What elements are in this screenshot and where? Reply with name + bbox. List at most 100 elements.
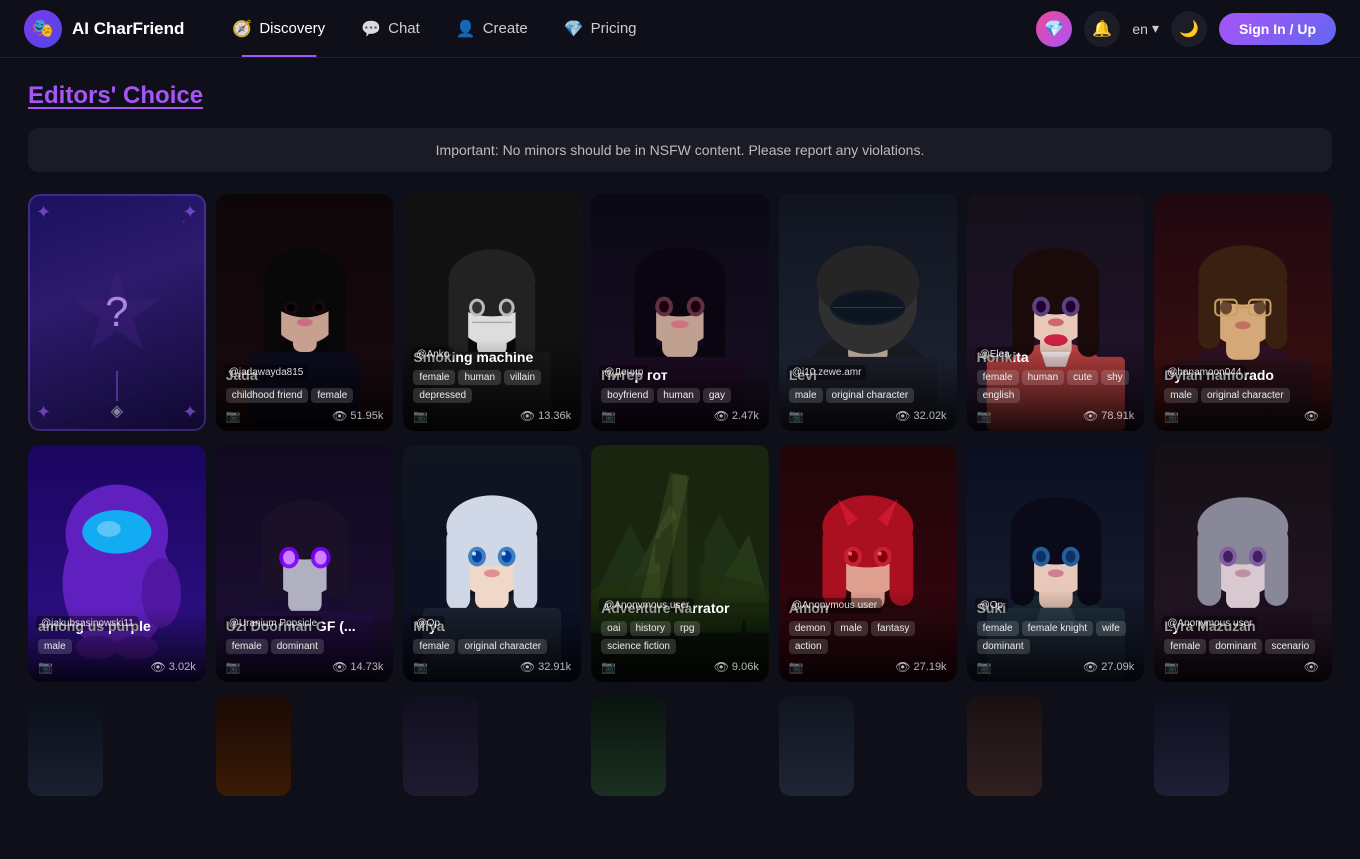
card-suki[interactable]: @Op Suki female female knight wife domin… [967,445,1145,682]
camera-icon-suki: 📷 [977,660,992,674]
nav-item-create[interactable]: 👤 Create [440,11,544,47]
card-overlay-amon: @Anonymous user Amon demon male fantasy … [779,590,957,682]
card-footer-levi: 📷 👁 32.02k [789,409,947,423]
card-overlay-uzi: @Uranium Popsicle Uzi Doorman GF (... fe… [216,608,394,682]
card-uzi[interactable]: @Uranium Popsicle Uzi Doorman GF (... fe… [216,445,394,682]
card-row3-4[interactable] [591,696,666,796]
card-footer-miya: 📷 👁 32.91k [413,660,571,674]
gem-button[interactable]: 💎 [1036,11,1072,47]
logo-title: AI CharFriend [72,19,184,39]
card-author-miya: @Op [411,616,445,631]
card-count-suki: 👁 27.09k [1083,660,1134,674]
card-row3-3[interactable] [403,696,478,796]
card-overlay-dylan: @hanamoon044 Dylan namorado male origina… [1154,357,1332,431]
nav-links: 🧭 Discovery 💬 Chat 👤 Create 💎 Pricing [216,11,1036,47]
card-author-dylan: @hanamoon044 [1162,365,1246,380]
card-footer-suki: 📷 👁 27.09k [977,660,1135,674]
card-tags-amon: demon male fantasy action [789,621,947,654]
card-count-adventure: 👁 9.06k [714,660,759,674]
card-footer-dylan: 📷 👁 [1164,409,1322,423]
card-jada[interactable]: @jadawayda815 Jada childhood friend fema… [216,194,394,431]
card-levi[interactable]: @i10.zewe.amr Levi male original charact… [779,194,957,431]
card-tags-lyra: female dominant scenario [1164,639,1322,654]
card-among[interactable]: @jakubsasinowski11 among us purple male … [28,445,206,682]
camera-icon-horikita: 📷 [977,409,992,423]
card-row3-6[interactable] [967,696,1042,796]
card-row3-7[interactable] [1154,696,1229,796]
card-overlay-smoking: @Anko Smoking machine female human villa… [403,339,581,431]
card-mystery[interactable]: ✦ ✦ ✦ ✦ · ? ◈ [28,194,206,431]
card-tags-levi: male original character [789,388,947,403]
card-author-amon: @Anonymous user [787,598,882,613]
card-tags-suki: female female knight wife dominant [977,621,1135,654]
cards-row-1: ✦ ✦ ✦ ✦ · ? ◈ [28,194,1332,431]
card-piter[interactable]: @Денир Питер гот boyfriend human gay 📷 👁… [591,194,769,431]
camera-icon-dylan: 📷 [1164,409,1179,423]
card-footer-horikita: 📷 👁 78.91k [977,409,1135,423]
card-tags-dylan: male original character [1164,388,1322,403]
card-smoking[interactable]: @Anko Smoking machine female human villa… [403,194,581,431]
card-footer-smoking: 📷 👁 13.36k [413,409,571,423]
card-amon[interactable]: @Anonymous user Amon demon male fantasy … [779,445,957,682]
notice-bar: Important: No minors should be in NSFW c… [28,128,1332,172]
card-miya[interactable]: @Op Miya female original character 📷 👁 3… [403,445,581,682]
card-row3-1[interactable] [28,696,103,796]
card-overlay-lyra: @Anonymous user Lyra Mazuzan female domi… [1154,608,1332,682]
navbar: 🎭 AI CharFriend 🧭 Discovery 💬 Chat 👤 Cre… [0,0,1360,58]
card-author-uzi: @Uranium Popsicle [224,616,323,631]
card-footer-among: 📷 👁 3.02k [38,660,196,674]
card-footer-amon: 📷 👁 27.19k [789,660,947,674]
card-count-among: 👁 3.02k [151,660,196,674]
logo-icon: 🎭 [24,10,62,48]
language-selector[interactable]: en ▾ [1132,20,1159,37]
card-tags-jada: childhood friend female [226,388,384,403]
card-tags-adventure: oai history rpg science fiction [601,621,759,654]
card-lyra[interactable]: @Anonymous user Lyra Mazuzan female domi… [1154,445,1332,682]
dark-mode-toggle[interactable]: 🌙 [1171,11,1207,47]
card-row3-2[interactable] [216,696,291,796]
card-tags-horikita: female human cute shy english [977,370,1135,403]
camera-icon-among: 📷 [38,660,53,674]
card-footer-lyra: 📷 👁 [1164,660,1322,674]
camera-icon-piter: 📷 [601,409,616,423]
card-tags-smoking: female human villain depressed [413,370,571,403]
logo-area[interactable]: 🎭 AI CharFriend [24,10,184,48]
sign-in-button[interactable]: Sign In / Up [1219,13,1336,45]
card-overlay-miya: @Op Miya female original character 📷 👁 3… [403,608,581,682]
camera-icon-miya: 📷 [413,660,428,674]
card-count-lyra: 👁 [1304,660,1322,674]
card-overlay-levi: @i10.zewe.amr Levi male original charact… [779,357,957,431]
nav-right: 💎 🔔 en ▾ 🌙 Sign In / Up [1036,11,1336,47]
discovery-icon: 🧭 [232,19,252,39]
card-row3-5[interactable] [779,696,854,796]
page-content: Editors' Choice Important: No minors sho… [0,58,1360,834]
card-footer-jada: 📷 👁 51.95k [226,409,384,423]
create-icon: 👤 [456,19,476,39]
nav-item-pricing[interactable]: 💎 Pricing [548,11,653,47]
card-overlay-among: @jakubsasinowski11 among us purple male … [28,608,206,682]
camera-icon-uzi: 📷 [226,660,241,674]
card-author-suki: @Op [975,598,1009,613]
camera-icon-amon: 📷 [789,660,804,674]
cards-row-3 [28,696,1332,796]
card-tags-among: male [38,639,196,654]
card-author-levi: @i10.zewe.amr [787,365,867,380]
card-overlay-horikita: @Elea Horikita female human cute shy eng… [967,339,1145,431]
camera-icon-lyra: 📷 [1164,660,1179,674]
card-count-dylan: 👁 [1304,409,1322,423]
card-dylan[interactable]: @hanamoon044 Dylan namorado male origina… [1154,194,1332,431]
card-adventure[interactable]: @Anonymous user Adventure Narrator oai h… [591,445,769,682]
card-footer-uzi: 📷 👁 14.73k [226,660,384,674]
card-author-smoking: @Anko [411,347,454,362]
nav-item-chat[interactable]: 💬 Chat [345,11,436,47]
nav-item-discovery[interactable]: 🧭 Discovery [216,11,341,47]
camera-icon-adventure: 📷 [601,660,616,674]
card-count-smoking: 👁 13.36k [520,409,571,423]
camera-icon-jada: 📷 [226,409,241,423]
card-author-lyra: @Anonymous user [1162,616,1257,631]
card-author-among: @jakubsasinowski11 [36,616,139,631]
bell-button[interactable]: 🔔 [1084,11,1120,47]
card-horikita[interactable]: @Elea Horikita female human cute shy eng… [967,194,1145,431]
chevron-down-icon: ▾ [1152,20,1159,37]
card-footer-adventure: 📷 👁 9.06k [601,660,759,674]
